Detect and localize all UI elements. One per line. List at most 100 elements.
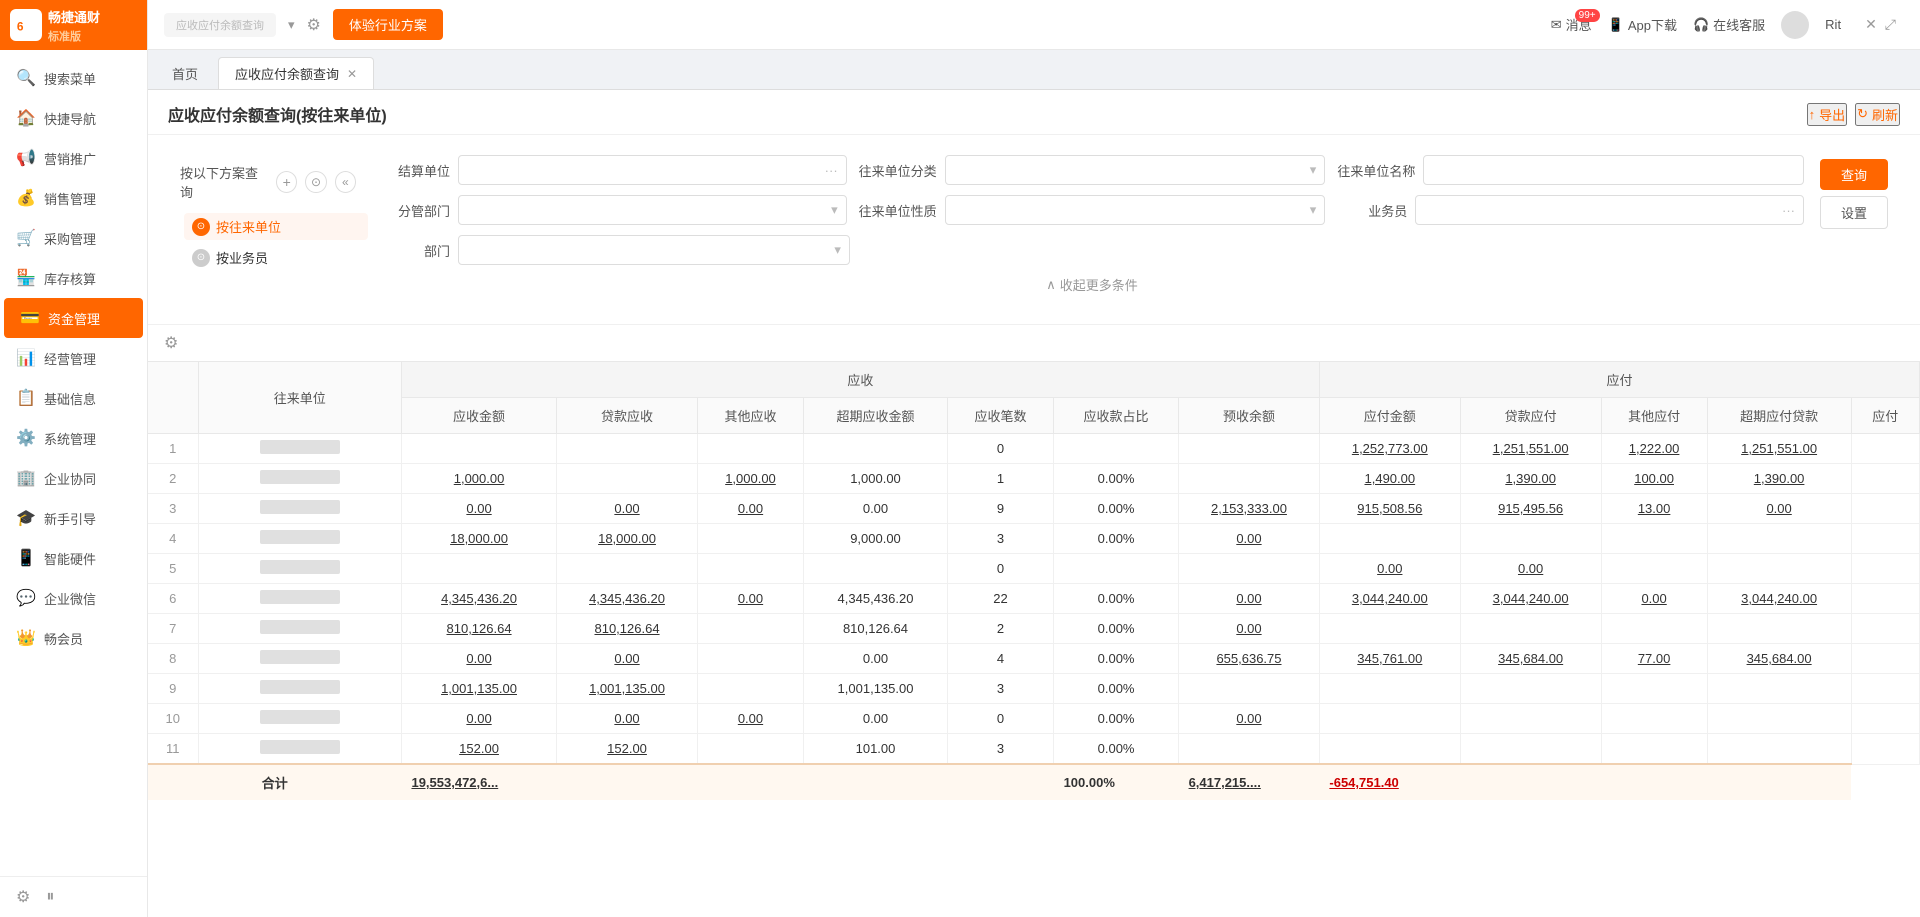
cell-ap-other[interactable]: 100.00 <box>1601 464 1707 494</box>
sidebar-item-wechat[interactable]: 💬 企业微信 <box>0 578 147 618</box>
cell-ap-overdue-loan[interactable]: 3,044,240.00 <box>1707 584 1851 614</box>
topbar-service[interactable]: 🎧 在线客服 <box>1693 15 1765 34</box>
close-window-icon[interactable]: ✕ <box>1865 16 1877 33</box>
cell-ap-amount[interactable]: 3,044,240.00 <box>1319 584 1460 614</box>
cell-ap-loan[interactable]: 3,044,240.00 <box>1460 584 1601 614</box>
cell-ap-overdue-loan[interactable]: 345,684.00 <box>1707 644 1851 674</box>
sidebar-item-search-menu[interactable]: 🔍 搜索菜单 <box>0 58 147 98</box>
cell-ap-other[interactable]: 0.00 <box>1601 584 1707 614</box>
cell-ar-loan[interactable]: 0.00 <box>557 644 698 674</box>
collapse-more-btn[interactable]: ∧ 收起更多条件 <box>380 269 1804 300</box>
topbar-message[interactable]: ✉ 消息 99+ <box>1551 15 1592 34</box>
cell-ar-amount[interactable]: 0.00 <box>401 704 556 734</box>
cell-ap-overdue-loan[interactable]: 0.00 <box>1707 494 1851 524</box>
cell-advance-balance[interactable]: 0.00 <box>1179 704 1320 734</box>
cell-ar-amount[interactable]: 18,000.00 <box>401 524 556 554</box>
sidebar-item-operation[interactable]: 📊 经营管理 <box>0 338 147 378</box>
sidebar-item-sales[interactable]: 💰 销售管理 <box>0 178 147 218</box>
export-button[interactable]: ↑ 导出 <box>1807 103 1848 126</box>
cell-ap-loan[interactable]: 1,251,551.00 <box>1460 434 1601 464</box>
salesperson-dots[interactable]: ··· <box>1782 203 1795 218</box>
cell-ap-other[interactable]: 13.00 <box>1601 494 1707 524</box>
footer-ar-amount[interactable]: 19,553,472,6... <box>401 764 556 800</box>
cell-ar-loan[interactable]: 0.00 <box>557 494 698 524</box>
sidebar-item-marketing[interactable]: 📢 营销推广 <box>0 138 147 178</box>
unit-nature-chevron[interactable]: ▾ <box>1310 202 1317 218</box>
cell-ar-loan[interactable]: 810,126.64 <box>557 614 698 644</box>
cell-ap-loan[interactable]: 1,390.00 <box>1460 464 1601 494</box>
user-avatar[interactable] <box>1781 11 1809 39</box>
maximize-window-icon[interactable]: ⤢ <box>1885 16 1896 33</box>
cell-ap-amount[interactable]: 1,252,773.00 <box>1319 434 1460 464</box>
topbar-gear-icon[interactable]: ⚙ <box>307 15 321 35</box>
sidebar-item-quick-nav[interactable]: 🏠 快捷导航 <box>0 98 147 138</box>
cell-ap-amount[interactable]: 915,508.56 <box>1319 494 1460 524</box>
query-button[interactable]: 查询 <box>1820 159 1888 190</box>
cell-ar-amount[interactable]: 1,001,135.00 <box>401 674 556 704</box>
sidebar-item-guide[interactable]: 🎓 新手引导 <box>0 498 147 538</box>
cell-ap-loan[interactable]: 0.00 <box>1460 554 1601 584</box>
footer-advance-balance[interactable]: 6,417,215.... <box>1179 764 1320 800</box>
cell-ar-loan[interactable]: 0.00 <box>557 704 698 734</box>
sidebar-collapse-btn[interactable]: ⏸ <box>46 888 54 906</box>
cell-ar-loan[interactable]: 1,001,135.00 <box>557 674 698 704</box>
cell-ar-other[interactable]: 0.00 <box>697 584 803 614</box>
sidebar-settings-btn[interactable]: ⚙ <box>16 887 30 907</box>
cell-ap-loan[interactable]: 345,684.00 <box>1460 644 1601 674</box>
sidebar-item-finance[interactable]: 💳 资金管理 <box>4 298 143 338</box>
cell-ar-amount[interactable]: 0.00 <box>401 644 556 674</box>
cell-ap-overdue-loan[interactable]: 1,390.00 <box>1707 464 1851 494</box>
tab-ar-ap-close-icon[interactable]: ✕ <box>347 67 357 81</box>
dept-input[interactable]: ▾ <box>458 235 850 265</box>
solution-button[interactable]: 体验行业方案 <box>333 9 443 40</box>
add-scheme-button[interactable]: + <box>276 171 297 193</box>
unit-name-input[interactable] <box>1423 155 1804 185</box>
settings-button[interactable]: 设置 <box>1820 196 1888 229</box>
topbar-chevron-icon[interactable]: ▾ <box>288 17 295 33</box>
sidebar-item-inventory[interactable]: 🏪 库存核算 <box>0 258 147 298</box>
cell-ar-loan[interactable]: 18,000.00 <box>557 524 698 554</box>
dept-manager-input[interactable]: ▾ <box>458 195 847 225</box>
filter-by-unit[interactable]: ⊙ 按往来单位 <box>184 213 368 240</box>
refresh-button[interactable]: ↻ 刷新 <box>1855 103 1900 126</box>
cell-advance-balance[interactable]: 0.00 <box>1179 584 1320 614</box>
footer-ap-amount[interactable]: -654,751.40 <box>1319 764 1460 800</box>
cell-ar-amount[interactable]: 810,126.64 <box>401 614 556 644</box>
cell-ar-amount[interactable]: 1,000.00 <box>401 464 556 494</box>
cell-ap-other[interactable]: 77.00 <box>1601 644 1707 674</box>
cell-advance-balance[interactable]: 0.00 <box>1179 524 1320 554</box>
unit-category-chevron[interactable]: ▾ <box>1310 162 1317 178</box>
cell-ap-amount[interactable]: 1,490.00 <box>1319 464 1460 494</box>
settlement-unit-dots[interactable]: ··· <box>825 163 838 178</box>
scheme-collapse-icon[interactable]: « <box>335 171 356 193</box>
cell-ar-amount[interactable]: 0.00 <box>401 494 556 524</box>
cell-ar-other[interactable]: 1,000.00 <box>697 464 803 494</box>
cell-ar-loan[interactable]: 4,345,436.20 <box>557 584 698 614</box>
cell-ar-other[interactable]: 0.00 <box>697 704 803 734</box>
settlement-unit-input[interactable]: ··· <box>458 155 847 185</box>
dept-chevron[interactable]: ▾ <box>834 242 841 258</box>
scheme-settings-icon[interactable]: ⊙ <box>305 171 326 193</box>
cell-ar-loan[interactable]: 152.00 <box>557 734 698 765</box>
table-container[interactable]: 往来单位 应收 应付 应收金额 贷款应收 其他应收 超期应收金额 应收笔数 应收… <box>148 361 1920 917</box>
topbar-app-download[interactable]: 📱 App下载 <box>1608 15 1677 34</box>
sidebar-item-purchase[interactable]: 🛒 采购管理 <box>0 218 147 258</box>
cell-ap-amount[interactable]: 0.00 <box>1319 554 1460 584</box>
cell-ar-amount[interactable]: 4,345,436.20 <box>401 584 556 614</box>
sidebar-item-system[interactable]: ⚙️ 系统管理 <box>0 418 147 458</box>
salesperson-input[interactable]: ··· <box>1415 195 1804 225</box>
sidebar-item-hardware[interactable]: 📱 智能硬件 <box>0 538 147 578</box>
cell-ap-amount[interactable]: 345,761.00 <box>1319 644 1460 674</box>
sidebar-item-basic[interactable]: 📋 基础信息 <box>0 378 147 418</box>
dept-manager-chevron[interactable]: ▾ <box>831 202 838 218</box>
cell-ap-loan[interactable]: 915,495.56 <box>1460 494 1601 524</box>
cell-ar-other[interactable]: 0.00 <box>697 494 803 524</box>
sidebar-item-member[interactable]: 👑 畅会员 <box>0 618 147 658</box>
filter-by-salesperson[interactable]: ⊙ 按业务员 <box>184 244 368 271</box>
tab-home[interactable]: 首页 <box>156 57 214 89</box>
username-label[interactable]: Rit <box>1825 17 1841 32</box>
sidebar-item-corp[interactable]: 🏢 企业协同 <box>0 458 147 498</box>
cell-ap-overdue-loan[interactable]: 1,251,551.00 <box>1707 434 1851 464</box>
cell-advance-balance[interactable]: 0.00 <box>1179 614 1320 644</box>
cell-advance-balance[interactable]: 655,636.75 <box>1179 644 1320 674</box>
